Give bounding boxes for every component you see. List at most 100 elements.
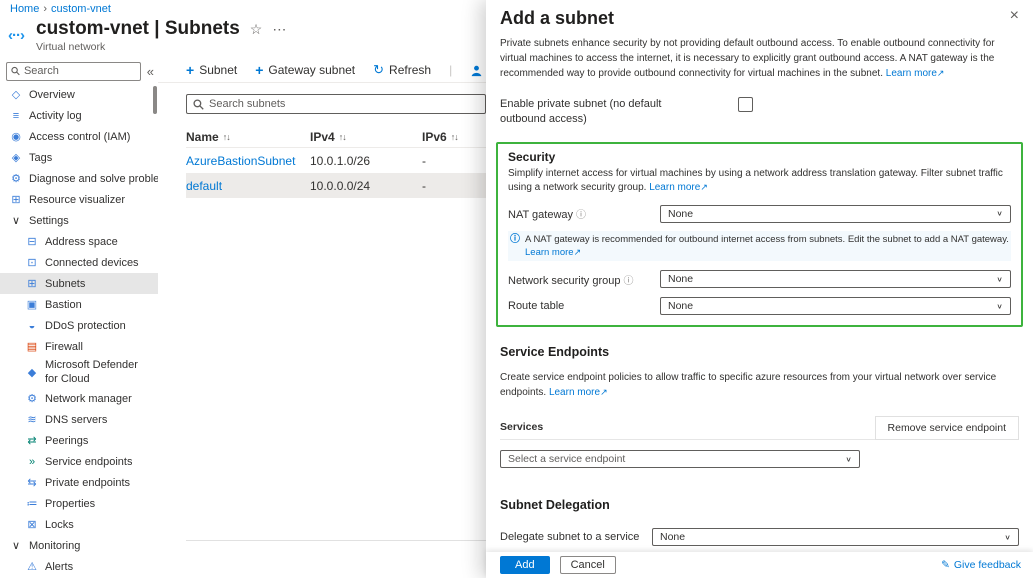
subnet-search-input[interactable]	[209, 98, 479, 110]
sidebar-item-firewall[interactable]: ▤ Firewall	[0, 336, 158, 357]
learn-more-link[interactable]: Learn more	[886, 68, 937, 79]
service-endpoints-description: Create service endpoint policies to allo…	[500, 371, 1019, 400]
give-feedback-link[interactable]: ✎Give feedback	[941, 559, 1021, 571]
sidebar-item-subnets[interactable]: ⊞ Subnets	[0, 273, 158, 294]
sidebar-item-activity-log[interactable]: ≡ Activity log	[0, 105, 158, 126]
sidebar-item-access-control-iam[interactable]: ◉ Access control (IAM)	[0, 126, 158, 147]
cancel-button[interactable]: Cancel	[560, 556, 616, 574]
refresh-icon: ↻	[373, 62, 384, 78]
subnet-name-link[interactable]: default	[186, 179, 310, 193]
sidebar-item-settings[interactable]: ∨ Settings	[0, 210, 158, 231]
network-manager-icon: ⚙	[25, 392, 39, 405]
security-description: Simplify internet access for virtual mac…	[508, 167, 1011, 196]
sidebar-item-network-manager[interactable]: ⚙ Network manager	[0, 388, 158, 409]
sidebar-item-label: Settings	[29, 215, 69, 227]
subnet-name-link[interactable]: AzureBastionSubnet	[186, 154, 310, 168]
service-endpoints-icon: »	[25, 456, 39, 468]
refresh-button[interactable]: ↻Refresh	[373, 62, 431, 78]
resource-type-subtitle: Virtual network	[36, 41, 286, 53]
sidebar-item-label: Subnets	[45, 278, 85, 290]
virtual-network-icon: ‹··›	[8, 27, 36, 44]
chevron-down-icon: ∨	[996, 275, 1003, 284]
sidebar-item-diagnose-and-solve-problems[interactable]: ⚙ Diagnose and solve problems	[0, 168, 158, 189]
sidebar-item-monitoring[interactable]: ∨ Monitoring	[0, 535, 158, 556]
sidebar-item-ddos-protection[interactable]: ◒ DDoS protection	[0, 315, 158, 336]
learn-more-link[interactable]: Learn more	[649, 182, 700, 193]
private-subnet-intro: Private subnets enhance security by not …	[500, 36, 1019, 81]
learn-more-link[interactable]: Learn more	[525, 247, 574, 258]
external-link-icon: ↗	[574, 247, 582, 257]
sidebar-item-tags[interactable]: ◈ Tags	[0, 147, 158, 168]
sidebar-item-overview[interactable]: ◇ Overview	[0, 84, 158, 105]
panel-title: Add a subnet	[500, 8, 614, 29]
sidebar-item-label: Properties	[45, 498, 95, 510]
service-endpoint-select[interactable]: Select a service endpoint∨	[500, 450, 860, 468]
azure-portal-page: Home›custom-vnet ‹··› custom-vnet | Subn…	[0, 0, 1033, 578]
delegate-subnet-dropdown[interactable]: None∨	[652, 528, 1019, 546]
breadcrumb: Home › custom-vnet	[10, 3, 111, 15]
collapse-sidebar-button[interactable]: «	[147, 64, 154, 79]
add-gateway-subnet-button[interactable]: +Gateway subnet	[255, 62, 355, 78]
chevron-down-icon: ∨	[996, 302, 1003, 311]
chevron-down-icon: ∨	[9, 539, 23, 552]
add-subnet-button[interactable]: +Subnet	[186, 62, 237, 78]
sidebar-item-private-endpoints[interactable]: ⇆ Private endpoints	[0, 472, 158, 493]
breadcrumb-home-link[interactable]: Home	[10, 3, 39, 15]
sidebar-item-service-endpoints[interactable]: » Service endpoints	[0, 451, 158, 472]
subnet-delegation-heading: Subnet Delegation	[500, 498, 1019, 512]
sidebar-scrollbar[interactable]	[153, 86, 157, 114]
sidebar-item-label: Peerings	[45, 435, 88, 447]
more-options-icon[interactable]: ⋯	[272, 21, 286, 38]
sidebar-search-input[interactable]	[24, 65, 136, 77]
access-control-icon: ◉	[9, 130, 23, 143]
bastion-icon: ▣	[25, 298, 39, 311]
private-subnet-checkbox[interactable]	[738, 97, 753, 112]
sidebar-item-label: Microsoft Defender for Cloud	[45, 359, 149, 387]
nat-gateway-info-message: ⓘ A NAT gateway is recommended for outbo…	[508, 231, 1011, 262]
sidebar-item-address-space[interactable]: ⊟ Address space	[0, 231, 158, 252]
sidebar-item-label: Address space	[45, 236, 118, 248]
route-table-label: Route table	[508, 300, 660, 312]
breadcrumb-separator: ›	[43, 3, 47, 15]
network-security-group-dropdown[interactable]: None∨	[660, 270, 1011, 288]
breadcrumb-current-link[interactable]: custom-vnet	[51, 3, 111, 15]
properties-icon: ≔	[25, 497, 39, 510]
pencil-icon: ✎	[941, 559, 950, 571]
column-header-name[interactable]: Name↑↓	[186, 130, 310, 144]
sidebar-item-connected-devices[interactable]: ⊡ Connected devices	[0, 252, 158, 273]
sidebar-item-bastion[interactable]: ▣ Bastion	[0, 294, 158, 315]
sidebar-item-properties[interactable]: ≔ Properties	[0, 493, 158, 514]
sidebar-item-microsoft-defender-for-cloud[interactable]: ◆ Microsoft Defender for Cloud	[0, 357, 158, 388]
learn-more-link[interactable]: Learn more	[549, 387, 600, 398]
delegate-subnet-row: Delegate subnet to a service None∨	[500, 528, 1019, 546]
tags-icon: ◈	[9, 151, 23, 164]
security-heading: Security	[508, 150, 1011, 164]
address-space-icon: ⊟	[25, 235, 39, 248]
security-section-highlight: Security Simplify internet access for vi…	[496, 142, 1023, 328]
sidebar-item-resource-visualizer[interactable]: ⊞ Resource visualizer	[0, 189, 158, 210]
sidebar-item-dns-servers[interactable]: ≋ DNS servers	[0, 409, 158, 430]
route-table-dropdown[interactable]: None∨	[660, 297, 1011, 315]
search-icon	[11, 66, 20, 76]
add-subnet-panel: Add a subnet × Private subnets enhance s…	[486, 0, 1033, 578]
sidebar-item-alerts[interactable]: ⚠ Alerts	[0, 556, 158, 577]
nat-gateway-label: NAT gatewayⓘ	[508, 206, 660, 221]
chevron-down-icon: ∨	[9, 214, 23, 227]
favorite-star-icon[interactable]: ☆	[250, 21, 263, 38]
panel-footer: Add Cancel ✎Give feedback	[486, 552, 1033, 578]
sidebar-item-label: Firewall	[45, 341, 83, 353]
sidebar-item-label: Locks	[45, 519, 74, 531]
column-header-ipv4[interactable]: IPv4↑↓	[310, 130, 422, 144]
close-icon[interactable]: ×	[1010, 8, 1019, 24]
nat-gateway-dropdown[interactable]: None∨	[660, 205, 1011, 223]
nat-gateway-row: NAT gatewayⓘ None∨	[508, 205, 1011, 223]
private-endpoints-icon: ⇆	[25, 476, 39, 489]
info-icon: ⓘ	[624, 276, 634, 287]
remove-service-endpoint-header: Remove service endpoint	[875, 416, 1019, 440]
alerts-icon: ⚠	[25, 560, 39, 573]
sidebar-item-locks[interactable]: ⊠ Locks	[0, 514, 158, 535]
add-button[interactable]: Add	[500, 556, 550, 574]
info-icon: ⓘ	[576, 210, 586, 221]
sidebar-item-peerings[interactable]: ⇄ Peerings	[0, 430, 158, 451]
private-subnet-label: Enable private subnet (no default outbou…	[500, 97, 690, 128]
